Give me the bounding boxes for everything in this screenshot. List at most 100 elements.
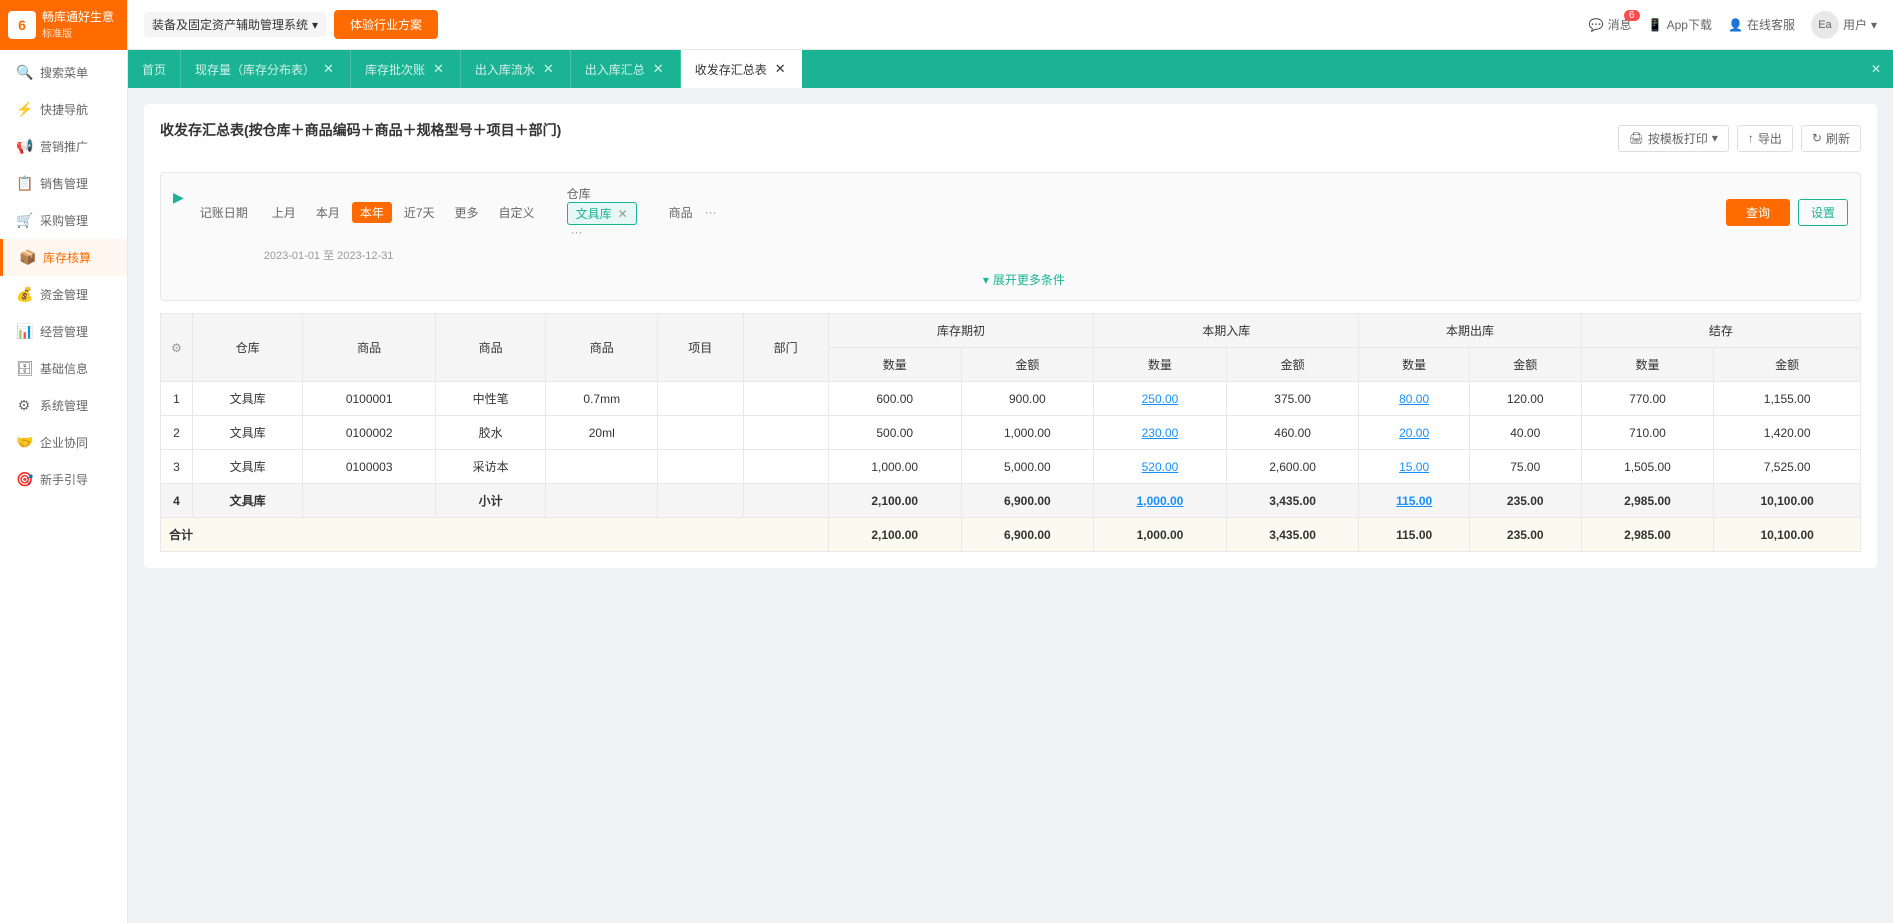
th-balance: 结存 xyxy=(1581,314,1860,348)
row-out-amt: 120.00 xyxy=(1469,382,1581,416)
message-action[interactable]: 💬 消息 6 xyxy=(1589,16,1632,33)
tab-inout-flow[interactable]: 出入库流水 ✕ xyxy=(461,50,571,88)
sidebar-item-marketing[interactable]: 📢 营销推广 xyxy=(0,128,127,165)
table-footer: 合计 2,100.00 6,900.00 1,000.00 3,435.00 1… xyxy=(161,518,1861,552)
shortcut-last-month[interactable]: 上月 xyxy=(264,202,304,223)
th-project: 项目 xyxy=(658,314,743,382)
sidebar-item-basic[interactable]: 🗄 基础信息 xyxy=(0,350,127,387)
tabbar: 首页 现存量（库存分布表） ✕ 库存批次账 ✕ 出入库流水 ✕ 出入库汇总 ✕ … xyxy=(128,50,1893,88)
table-container: ⚙ 仓库 商品 商品 商品 项目 部门 库存期初 本期入库 本期出库 结存 xyxy=(160,313,1861,552)
row-out-qty[interactable]: 15.00 xyxy=(1359,450,1469,484)
sidebar-item-purchase[interactable]: 🛒 采购管理 xyxy=(0,202,127,239)
row-out-qty[interactable]: 115.00 xyxy=(1359,484,1469,518)
row-no: 4 xyxy=(161,484,193,518)
sidebar-item-quicknav[interactable]: ⚡ 快捷导航 xyxy=(0,91,127,128)
shortcut-more[interactable]: 更多 xyxy=(447,202,487,223)
sidebar: 6 畅库通好生意 标准版 🔍 搜索菜单 ⚡ 快捷导航 📢 营销推广 📋 销售管理… xyxy=(0,0,128,923)
sidebar-item-search[interactable]: 🔍 搜索菜单 xyxy=(0,54,127,91)
row-balance-qty: 770.00 xyxy=(1581,382,1714,416)
shortcut-custom[interactable]: 自定义 xyxy=(491,202,543,223)
print-btn[interactable]: 🖨 按模板打印 ▾ xyxy=(1618,125,1729,152)
shortcut-last-7[interactable]: 近7天 xyxy=(396,202,443,223)
footer-out-amt: 235.00 xyxy=(1469,518,1581,552)
filter-content: 记账日期 上月 本月 本年 近7天 更多 自定义 仓库 文具库 ✕ xyxy=(200,185,1848,288)
export-btn[interactable]: ↑ 导出 xyxy=(1737,125,1793,152)
query-actions: 查询 设置 xyxy=(1726,199,1848,226)
th-goods-spec: 商品 xyxy=(546,314,658,382)
tab-home-label: 首页 xyxy=(142,61,166,78)
experience-btn[interactable]: 体验行业方案 xyxy=(334,10,438,39)
filter-toggle[interactable]: ▶ xyxy=(173,189,184,206)
refresh-label: 刷新 xyxy=(1826,130,1850,147)
row-in-qty[interactable]: 520.00 xyxy=(1094,450,1227,484)
expand-btn[interactable]: ▾ 展开更多条件 xyxy=(200,271,1848,288)
tab-inventory-dist[interactable]: 现存量（库存分布表） ✕ xyxy=(181,50,351,88)
goods-more-btn[interactable]: ··· xyxy=(701,203,721,221)
tab-batch[interactable]: 库存批次账 ✕ xyxy=(351,50,461,88)
th-opening: 库存期初 xyxy=(828,314,1093,348)
table-row: 4文具库小计2,100.006,900.001,000.003,435.0011… xyxy=(161,484,1861,518)
sidebar-menu: 🔍 搜索菜单 ⚡ 快捷导航 📢 营销推广 📋 销售管理 🛒 采购管理 📦 库存核… xyxy=(0,50,127,923)
row-in-amt: 2,600.00 xyxy=(1226,450,1359,484)
warehouse-tag-close[interactable]: ✕ xyxy=(618,207,628,221)
refresh-btn[interactable]: ↻ 刷新 xyxy=(1801,125,1861,152)
sidebar-label-enterprise: 企业协同 xyxy=(40,434,88,451)
row-goods-code xyxy=(303,484,436,518)
phone-icon: 📱 xyxy=(1648,18,1663,32)
settings-btn[interactable]: 设置 xyxy=(1798,199,1848,226)
sidebar-item-enterprise[interactable]: 🤝 企业协同 xyxy=(0,424,127,461)
message-badge: 6 xyxy=(1624,10,1640,21)
enterprise-icon: 🤝 xyxy=(16,434,32,451)
top-action-bar: 🖨 按模板打印 ▾ ↑ 导出 ↻ 刷新 xyxy=(1618,125,1861,152)
filter-row-date: 记账日期 上月 本月 本年 近7天 更多 自定义 仓库 文具库 ✕ xyxy=(200,185,1848,239)
system-title-dropdown[interactable]: 装备及固定资产辅助管理系统 ▾ xyxy=(144,12,326,37)
tab-home[interactable]: 首页 xyxy=(128,50,181,88)
row-in-qty[interactable]: 1,000.00 xyxy=(1094,484,1227,518)
tab-batch-close[interactable]: ✕ xyxy=(431,61,446,77)
tab-receive-summary-close[interactable]: ✕ xyxy=(773,61,788,77)
sidebar-item-inventory[interactable]: 📦 库存核算 xyxy=(0,239,127,276)
tab-inout-summary-close[interactable]: ✕ xyxy=(651,61,666,77)
tab-inout-flow-close[interactable]: ✕ xyxy=(541,61,556,77)
tab-inout-summary[interactable]: 出入库汇总 ✕ xyxy=(571,50,681,88)
row-out-qty[interactable]: 80.00 xyxy=(1359,382,1469,416)
row-dept xyxy=(743,416,828,450)
user-action[interactable]: Ea 用户 ▾ xyxy=(1811,11,1877,39)
th-in-amt: 金额 xyxy=(1226,348,1359,382)
row-in-qty[interactable]: 250.00 xyxy=(1094,382,1227,416)
marketing-icon: 📢 xyxy=(16,138,32,155)
sidebar-item-guide[interactable]: 🎯 新手引导 xyxy=(0,461,127,498)
warehouse-more-btn[interactable]: ··· xyxy=(567,223,587,241)
warehouse-filter-label: 仓库 xyxy=(567,187,591,201)
row-project xyxy=(658,450,743,484)
shortcut-this-month[interactable]: 本月 xyxy=(308,202,348,223)
row-opening-qty: 1,000.00 xyxy=(828,450,961,484)
row-in-amt: 3,435.00 xyxy=(1226,484,1359,518)
row-no: 3 xyxy=(161,450,193,484)
shortcut-this-year[interactable]: 本年 xyxy=(352,202,392,223)
tab-receive-summary[interactable]: 收发存汇总表 ✕ xyxy=(681,50,802,88)
close-all-tabs[interactable]: ✕ xyxy=(1859,50,1893,88)
sidebar-item-finance[interactable]: 💰 资金管理 xyxy=(0,276,127,313)
online-service-label: 在线客服 xyxy=(1747,16,1795,33)
row-balance-amt: 1,420.00 xyxy=(1714,416,1861,450)
app-download-action[interactable]: 📱 App下载 xyxy=(1648,16,1712,33)
user-avatar: Ea xyxy=(1811,11,1839,39)
sidebar-item-system[interactable]: ⚙ 系统管理 xyxy=(0,387,127,424)
row-goods-spec: 0.7mm xyxy=(546,382,658,416)
main-content: 收发存汇总表(按仓库＋商品编码＋商品＋规格型号＋项目＋部门) 🖨 按模板打印 ▾… xyxy=(128,88,1893,923)
sidebar-item-operation[interactable]: 📊 经营管理 xyxy=(0,313,127,350)
user-label: 用户 xyxy=(1843,16,1867,33)
row-in-qty[interactable]: 230.00 xyxy=(1094,416,1227,450)
row-out-qty[interactable]: 20.00 xyxy=(1359,416,1469,450)
table-settings-icon[interactable]: ⚙ xyxy=(171,341,182,355)
query-btn[interactable]: 查询 xyxy=(1726,199,1790,226)
online-service-action[interactable]: 👤 在线客服 xyxy=(1728,16,1795,33)
row-dept xyxy=(743,382,828,416)
th-out-qty: 数量 xyxy=(1359,348,1469,382)
row-warehouse: 文具库 xyxy=(193,382,303,416)
tab-inventory-dist-close[interactable]: ✕ xyxy=(321,61,336,77)
sidebar-label-system: 系统管理 xyxy=(40,397,88,414)
th-balance-amt: 金额 xyxy=(1714,348,1861,382)
sidebar-item-sales[interactable]: 📋 销售管理 xyxy=(0,165,127,202)
